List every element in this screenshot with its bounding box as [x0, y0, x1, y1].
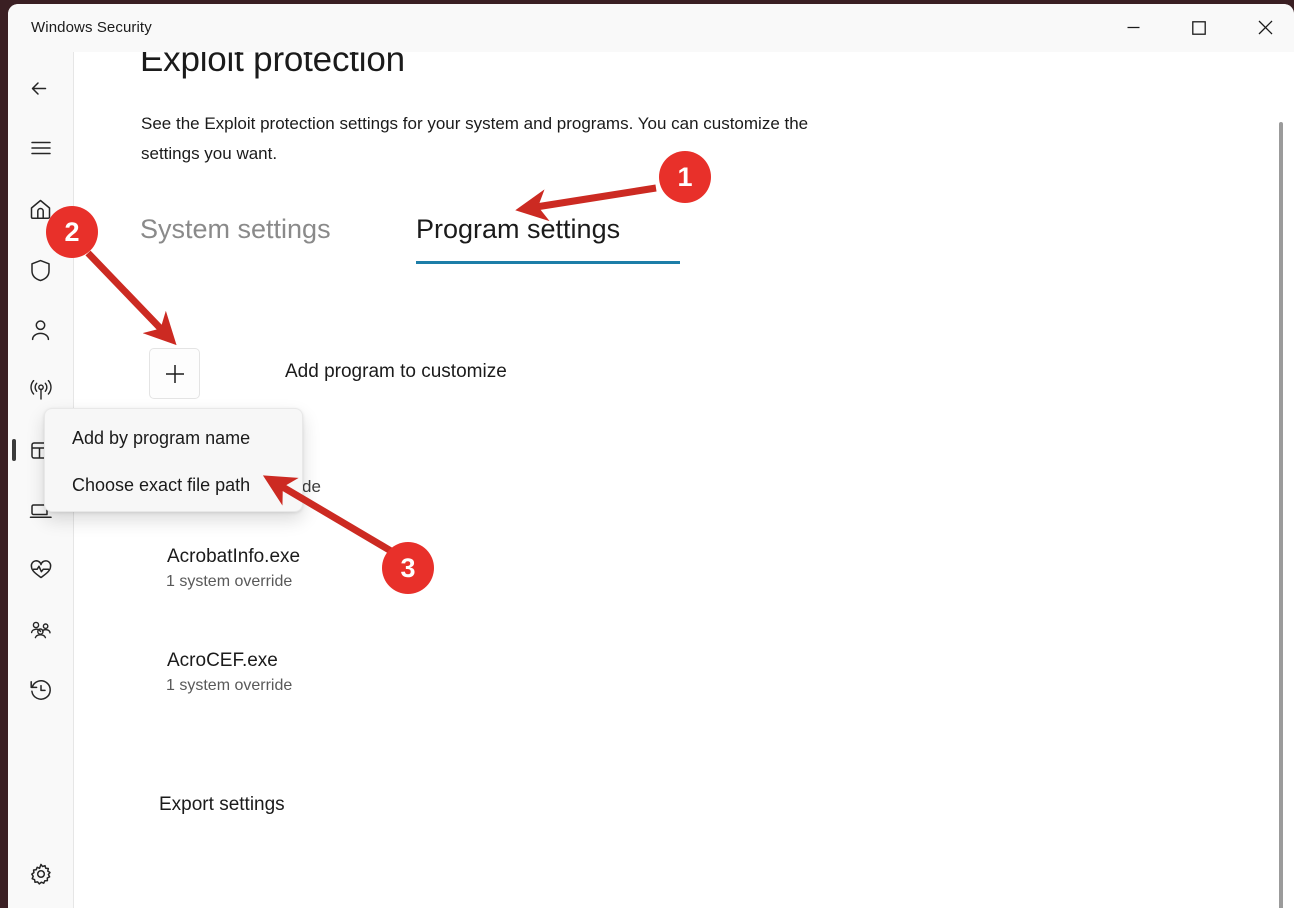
scrollbar-thumb[interactable] — [1279, 122, 1283, 908]
sidebar-item-account-protection[interactable] — [8, 308, 73, 352]
page-description: See the Exploit protection settings for … — [141, 114, 809, 163]
plus-icon — [165, 364, 184, 383]
history-clock-icon — [29, 680, 51, 700]
sidebar-item-back[interactable] — [8, 66, 73, 110]
obscured-override-text: de — [302, 477, 321, 496]
add-program-context-menu: Add by program name Choose exact file pa… — [44, 408, 303, 512]
tab-system-settings[interactable]: System settings — [140, 214, 331, 245]
minimize-button[interactable] — [1110, 4, 1156, 51]
maximize-button[interactable] — [1176, 4, 1222, 51]
windows-security-window: Windows Security Exploit protection See … — [8, 4, 1294, 908]
menu-item-add-by-program-name[interactable]: Add by program name — [72, 428, 250, 449]
list-item[interactable]: AcroCEF.exe 1 system override — [166, 650, 293, 695]
hamburger-menu-icon — [30, 141, 51, 155]
sidebar-item-protection-history[interactable] — [8, 668, 73, 712]
sidebar-item-virus-threat-protection[interactable] — [8, 248, 73, 292]
person-icon — [31, 319, 50, 340]
sidebar-item-firewall-network-protection[interactable] — [8, 368, 73, 412]
title-bar: Windows Security — [8, 4, 1294, 52]
window-title: Windows Security — [31, 19, 152, 36]
sidebar-item-menu[interactable] — [8, 126, 73, 170]
close-button[interactable] — [1242, 4, 1288, 51]
list-item[interactable]: AcrobatInfo.exe 1 system override — [166, 546, 301, 591]
family-people-icon — [30, 621, 51, 639]
program-override-count: 1 system override — [166, 573, 293, 590]
tab-program-settings[interactable]: Program settings — [416, 214, 620, 245]
wifi-signal-icon — [29, 379, 52, 400]
heartbeat-icon — [30, 560, 51, 579]
program-name: AcrobatInfo.exe — [167, 546, 301, 567]
program-name: AcroCEF.exe — [167, 650, 278, 671]
sidebar-item-home[interactable] — [8, 187, 73, 231]
sidebar-item-family-options[interactable] — [8, 608, 73, 652]
program-override-count: 1 system override — [166, 677, 293, 694]
export-settings-link[interactable]: Export settings — [159, 794, 285, 816]
vertical-scrollbar[interactable] — [1276, 122, 1286, 908]
back-arrow-icon — [31, 81, 47, 95]
shield-icon — [31, 259, 50, 281]
sidebar-item-device-performance-health[interactable] — [8, 548, 73, 592]
home-icon — [30, 199, 51, 219]
active-tab-underline — [416, 261, 680, 264]
sidebar-item-settings[interactable] — [8, 852, 73, 896]
maximize-icon — [1192, 20, 1206, 35]
menu-item-choose-exact-file-path[interactable]: Choose exact file path — [72, 475, 250, 496]
close-icon — [1258, 20, 1272, 35]
gear-icon — [30, 863, 51, 885]
minimize-icon — [1127, 26, 1139, 29]
add-program-label: Add program to customize — [285, 361, 507, 382]
page-title: Exploit protection — [140, 52, 405, 79]
add-program-button[interactable] — [149, 348, 200, 399]
selected-indicator — [12, 439, 16, 461]
